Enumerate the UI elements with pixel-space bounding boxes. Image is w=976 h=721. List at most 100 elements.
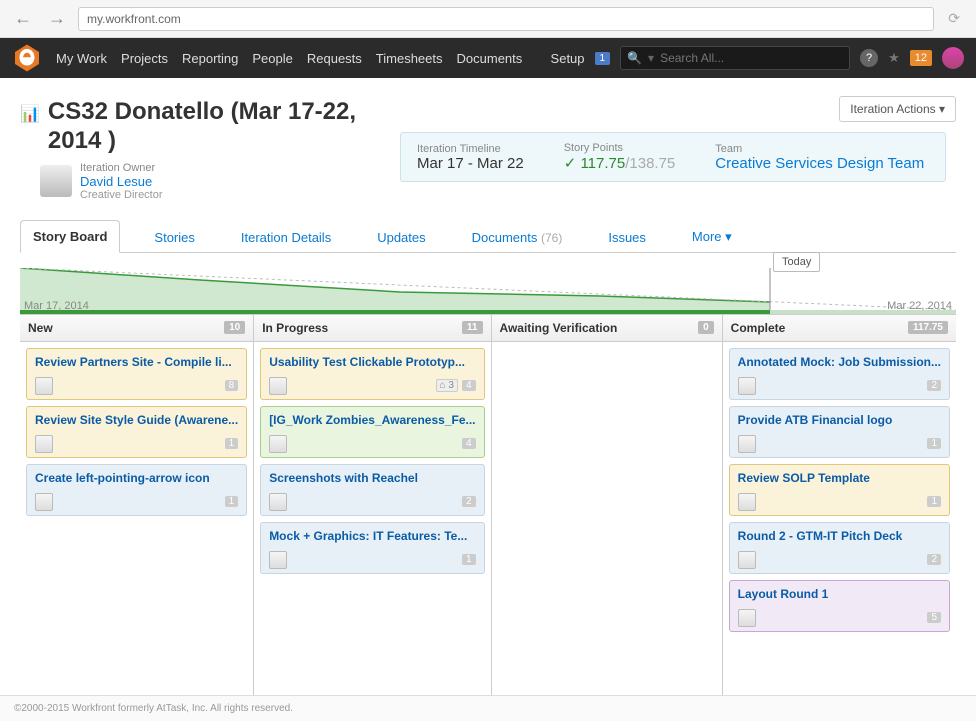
card-title: Round 2 - GTM-IT Pitch Deck bbox=[738, 529, 941, 543]
top-nav: My Work Projects Reporting People Reques… bbox=[0, 38, 976, 78]
column-header: Complete117.75 bbox=[723, 315, 956, 342]
assignee-avatar bbox=[738, 435, 756, 453]
tab-issues[interactable]: Issues bbox=[596, 222, 658, 253]
footer: ©2000-2015 Workfront formerly AtTask, In… bbox=[0, 695, 976, 721]
story-card[interactable]: Review Partners Site - Compile li... 8 bbox=[26, 348, 247, 400]
assignee-avatar bbox=[35, 435, 53, 453]
column-header: Awaiting Verification0 bbox=[492, 315, 722, 342]
card-title: Mock + Graphics: IT Features: Te... bbox=[269, 529, 475, 543]
assignee-avatar bbox=[269, 493, 287, 511]
tabs: Story Board Stories Iteration Details Up… bbox=[20, 219, 956, 253]
favorites-icon[interactable]: ★ bbox=[888, 50, 900, 66]
story-points: 1 bbox=[927, 438, 941, 449]
story-card[interactable]: Round 2 - GTM-IT Pitch Deck 2 bbox=[729, 522, 950, 574]
story-card[interactable]: [IG_Work Zombies_Awareness_Fe... 4 bbox=[260, 406, 484, 458]
story-points: 2 bbox=[462, 496, 476, 507]
card-title: Review Partners Site - Compile li... bbox=[35, 355, 238, 369]
owner-name-link[interactable]: David Lesue bbox=[80, 174, 163, 189]
card-title: [IG_Work Zombies_Awareness_Fe... bbox=[269, 413, 475, 427]
story-points: 1 bbox=[225, 438, 239, 449]
story-card[interactable]: Screenshots with Reachel 2 bbox=[260, 464, 484, 516]
story-card[interactable]: Review SOLP Template 1 bbox=[729, 464, 950, 516]
card-title: Screenshots with Reachel bbox=[269, 471, 475, 485]
tab-story-board[interactable]: Story Board bbox=[20, 220, 120, 253]
refresh-icon[interactable]: ⟳ bbox=[942, 10, 966, 27]
column-count: 117.75 bbox=[908, 321, 948, 334]
nav-projects[interactable]: Projects bbox=[121, 51, 168, 66]
story-card[interactable]: Layout Round 1 5 bbox=[729, 580, 950, 632]
setup-badge: 1 bbox=[595, 52, 611, 65]
search-input[interactable] bbox=[660, 51, 843, 65]
story-card[interactable]: Create left-pointing-arrow icon 1 bbox=[26, 464, 247, 516]
story-points: 4 bbox=[462, 438, 476, 449]
card-title: Usability Test Clickable Prototyp... bbox=[269, 355, 475, 369]
tab-more[interactable]: More ▾ bbox=[680, 221, 744, 253]
card-title: Review SOLP Template bbox=[738, 471, 941, 485]
url-bar[interactable]: my.workfront.com bbox=[78, 7, 934, 31]
story-points: 5 bbox=[927, 612, 941, 623]
story-points: 1 bbox=[927, 496, 941, 507]
story-card[interactable]: Review Site Style Guide (Awarene... 1 bbox=[26, 406, 247, 458]
back-icon[interactable]: ← bbox=[10, 8, 36, 29]
burndown-chart: Today Mar 17, 2014Mar 22, 2014 bbox=[20, 254, 956, 314]
nav-documents[interactable]: Documents bbox=[457, 51, 523, 66]
iteration-info-box: Iteration TimelineMar 17 - Mar 22 Story … bbox=[400, 132, 946, 182]
assignee-avatar bbox=[738, 609, 756, 627]
assignee-avatar bbox=[269, 377, 287, 395]
iteration-icon: 📊 bbox=[20, 104, 40, 124]
column-count: 10 bbox=[224, 321, 245, 334]
column-header: New10 bbox=[20, 315, 253, 342]
nav-timesheets[interactable]: Timesheets bbox=[376, 51, 443, 66]
story-points: 4 bbox=[462, 380, 476, 391]
story-points: 1 bbox=[462, 554, 476, 565]
nav-requests[interactable]: Requests bbox=[307, 51, 362, 66]
global-search[interactable]: 🔍 ▾ bbox=[620, 46, 850, 70]
nav-people[interactable]: People bbox=[252, 51, 292, 66]
page-title: CS32 Donatello (Mar 17-22, 2014 ) bbox=[48, 98, 388, 156]
assignee-avatar bbox=[35, 377, 53, 395]
team-link[interactable]: Creative Services Design Team bbox=[715, 155, 924, 172]
assignee-avatar bbox=[738, 551, 756, 569]
column-count: 11 bbox=[462, 321, 483, 334]
card-title: Create left-pointing-arrow icon bbox=[35, 471, 238, 485]
card-title: Provide ATB Financial logo bbox=[738, 413, 941, 427]
column-new: New10 Review Partners Site - Compile li..… bbox=[20, 315, 254, 714]
subtask-count: ⌂ 3 bbox=[436, 379, 458, 392]
story-card[interactable]: Usability Test Clickable Prototyp... ⌂ 3 4 bbox=[260, 348, 484, 400]
tab-stories[interactable]: Stories bbox=[142, 222, 206, 253]
owner-info: Iteration Owner David Lesue Creative Dir… bbox=[80, 162, 163, 201]
column-count: 0 bbox=[698, 321, 714, 334]
story-points: 2 bbox=[927, 380, 941, 391]
story-points: 8 bbox=[225, 380, 239, 391]
search-icon: 🔍 bbox=[627, 51, 642, 65]
column-header: In Progress11 bbox=[254, 315, 490, 342]
assignee-avatar bbox=[35, 493, 53, 511]
story-card[interactable]: Provide ATB Financial logo 1 bbox=[729, 406, 950, 458]
setup-link[interactable]: Setup bbox=[551, 51, 585, 66]
story-card[interactable]: Mock + Graphics: IT Features: Te... 1 bbox=[260, 522, 484, 574]
notification-badge[interactable]: 12 bbox=[910, 50, 932, 66]
story-card[interactable]: Annotated Mock: Job Submission...2 bbox=[729, 348, 950, 400]
tab-documents[interactable]: Documents (76) bbox=[460, 222, 575, 253]
column-complete: Complete117.75 Annotated Mock: Job Submis… bbox=[723, 315, 956, 714]
story-points: 2 bbox=[927, 554, 941, 565]
assignee-avatar bbox=[269, 435, 287, 453]
assignee-avatar bbox=[269, 551, 287, 569]
column-awaiting-verification: Awaiting Verification0 bbox=[492, 315, 723, 714]
story-points: 1 bbox=[225, 496, 239, 507]
column-in-progress: In Progress11 Usability Test Clickable Pr… bbox=[254, 315, 491, 714]
workfront-logo bbox=[12, 43, 42, 73]
help-icon[interactable]: ? bbox=[860, 49, 878, 67]
user-avatar[interactable] bbox=[942, 47, 964, 69]
card-title: Layout Round 1 bbox=[738, 587, 941, 601]
forward-icon[interactable]: → bbox=[44, 8, 70, 29]
tab-updates[interactable]: Updates bbox=[365, 222, 437, 253]
nav-reporting[interactable]: Reporting bbox=[182, 51, 238, 66]
card-title: Review Site Style Guide (Awarene... bbox=[35, 413, 238, 427]
tab-iteration-details[interactable]: Iteration Details bbox=[229, 222, 343, 253]
nav-my-work[interactable]: My Work bbox=[56, 51, 107, 66]
browser-bar: ← → my.workfront.com ⟳ bbox=[0, 0, 976, 38]
assignee-avatar bbox=[738, 377, 756, 395]
iteration-actions-button[interactable]: Iteration Actions ▾ bbox=[839, 96, 956, 122]
story-board: New10 Review Partners Site - Compile li..… bbox=[20, 314, 956, 714]
